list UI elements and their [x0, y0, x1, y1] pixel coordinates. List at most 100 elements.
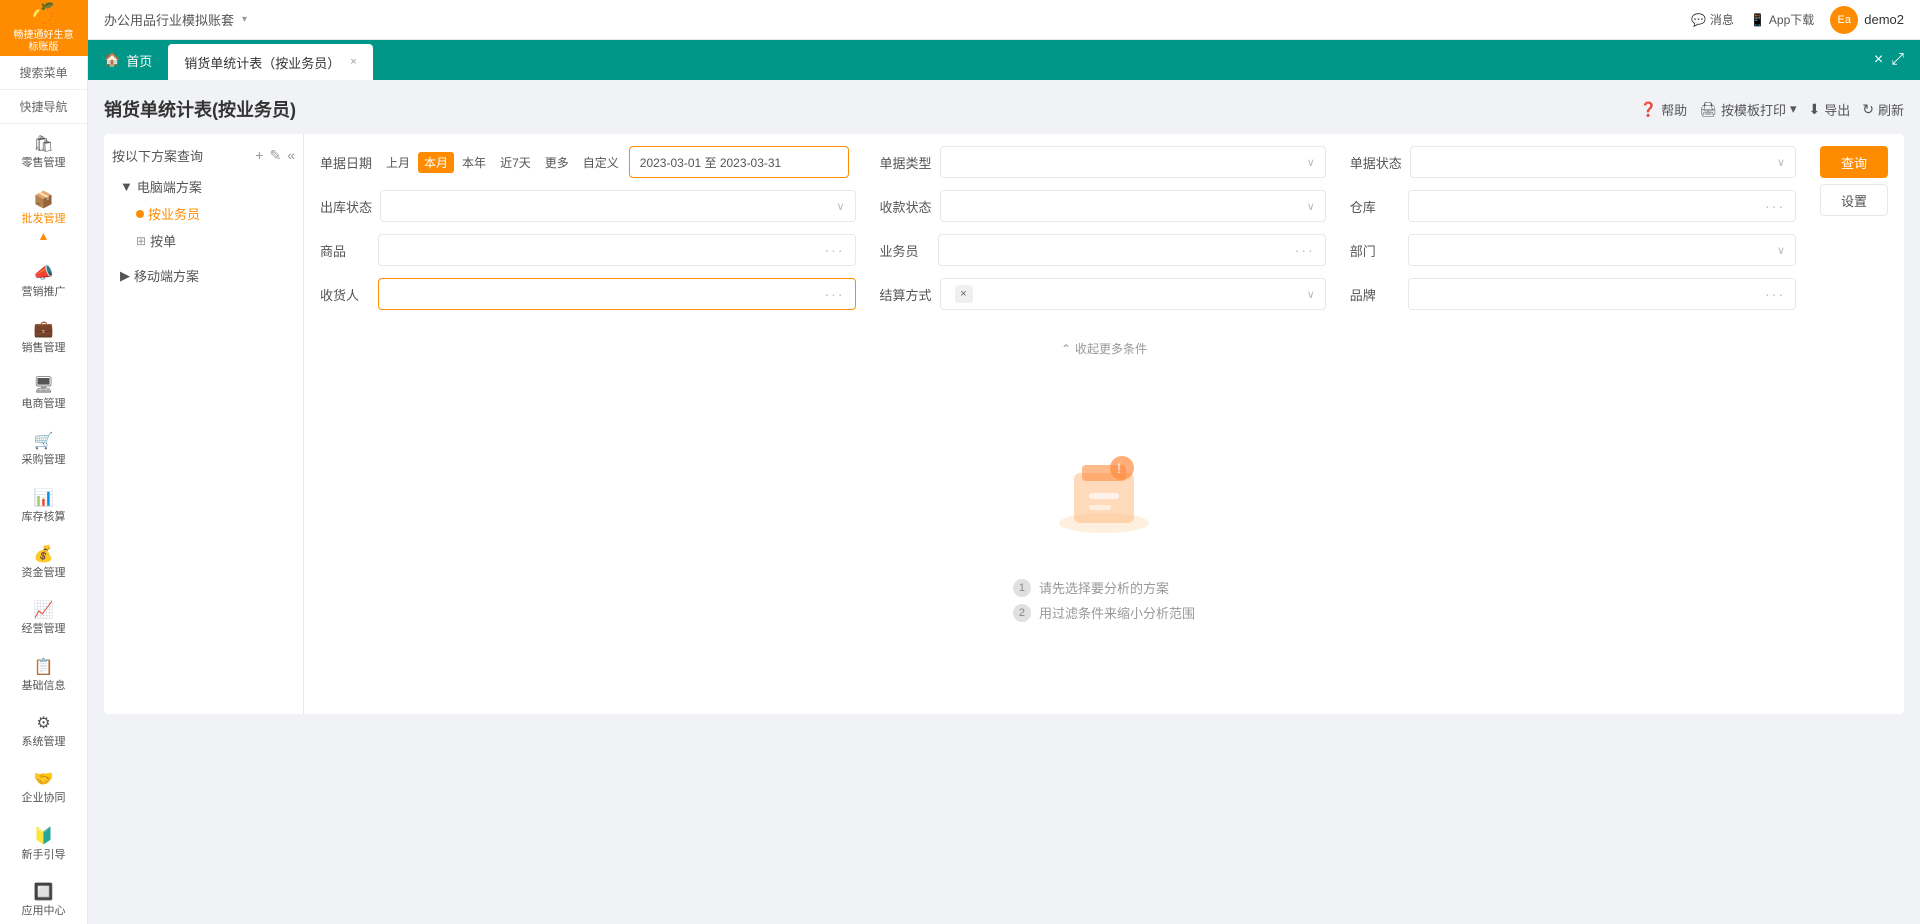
brand-field[interactable]: ···	[1408, 278, 1796, 310]
sidebar-item-ops[interactable]: 📈 经营管理	[0, 590, 87, 646]
avatar: Ea	[1830, 6, 1858, 34]
tab-maximize-btn[interactable]: ⤢	[1891, 51, 1904, 69]
sidebar-label-collab: 企业协同	[22, 791, 66, 805]
refresh-icon: ↻	[1862, 101, 1874, 118]
date-tab-this-year[interactable]: 本年	[456, 152, 492, 173]
sidebar-item-sales[interactable]: 💼 销售管理	[0, 309, 87, 365]
sidebar-item-wholesale[interactable]: 📦 批发管理 ▲	[0, 180, 87, 252]
stock-icon: 📊	[34, 488, 54, 508]
sidebar-quicknav[interactable]: 快捷导航	[0, 90, 87, 124]
empty-tips: 1 请先选择要分析的方案 2 用过滤条件来缩小分析范围	[1013, 578, 1195, 622]
collab-icon: 🤝	[34, 769, 54, 789]
sidebar-item-stock[interactable]: 📊 库存核算	[0, 478, 87, 534]
print-dropdown-icon[interactable]: ▾	[1790, 101, 1797, 117]
tree-item-by-order[interactable]: ⊞ 按单	[128, 227, 295, 254]
refresh-btn[interactable]: ↻ 刷新	[1862, 100, 1904, 119]
date-tab-this-month[interactable]: 本月	[418, 152, 454, 173]
date-tab-more[interactable]: 更多	[539, 152, 575, 173]
sidebar-item-basic[interactable]: 📋 基础信息	[0, 647, 87, 703]
collapse-more-btn[interactable]: ⌃ 收起更多条件	[1061, 340, 1147, 357]
settlement-label: 结算方式	[880, 285, 932, 304]
filter-col-collection: 收款状态	[880, 190, 1326, 222]
purchase-icon: 🛒	[34, 431, 54, 451]
tab-minimize-btn[interactable]: ×	[1874, 51, 1883, 69]
empty-illustration: !	[1044, 443, 1164, 562]
docstatus-select[interactable]	[1410, 146, 1796, 178]
message-btn[interactable]: 💬 消息	[1691, 11, 1734, 28]
sidebar-label-retail: 零售管理	[22, 156, 66, 170]
left-panel-header: 按以下方案查询 + ✎ «	[112, 146, 295, 165]
sidebar-item-collab[interactable]: 🤝 企业协同	[0, 759, 87, 815]
consignee-field[interactable]: ···	[378, 278, 856, 310]
filter-col-consignee: 收货人 ···	[320, 278, 856, 310]
retail-icon: 🛍	[33, 134, 53, 154]
edit-scheme-btn[interactable]: ✎	[269, 147, 281, 164]
query-button[interactable]: 查询	[1820, 146, 1888, 178]
warehouse-field[interactable]: ···	[1408, 190, 1796, 222]
ops-icon: 📈	[34, 600, 54, 620]
sidebar-search[interactable]: 搜索菜单	[0, 56, 87, 90]
sidebar-item-finance[interactable]: 💰 资金管理	[0, 534, 87, 590]
sidebar-item-ecom[interactable]: 🖥 电商管理	[0, 365, 87, 421]
dept-select[interactable]	[1408, 234, 1796, 266]
body-area: 按以下方案查询 + ✎ « ▼ 电脑端方案 按业务员	[104, 134, 1904, 714]
outstatus-select[interactable]	[380, 190, 855, 222]
sales-icon: 💼	[34, 319, 54, 339]
sidebar-item-marketing[interactable]: 📣 营销推广	[0, 253, 87, 309]
doctype-label: 单据类型	[880, 153, 932, 172]
dept-label: 部门	[1350, 241, 1400, 260]
filter-col-docstatus: 单据状态	[1350, 146, 1796, 178]
sidebar-item-guide[interactable]: 🔰 新手引导	[0, 816, 87, 872]
filter-col-dept: 部门	[1350, 234, 1796, 266]
topbar-left: 办公用品行业模拟账套 ▾	[104, 10, 247, 29]
topbar-dropdown-icon[interactable]: ▾	[242, 14, 247, 25]
goods-dots: ···	[825, 242, 845, 258]
print-btn[interactable]: 🖨 按模板打印 ▾	[1699, 100, 1796, 119]
sidebar-item-retail[interactable]: 🛍 零售管理	[0, 124, 87, 180]
user-menu[interactable]: Ea demo2	[1830, 6, 1904, 34]
export-btn[interactable]: ⬇ 导出	[1809, 100, 1851, 119]
sidebar-label-stock: 库存核算	[22, 510, 66, 524]
goods-field[interactable]: ···	[378, 234, 856, 266]
tab-sales-stat[interactable]: 销货单统计表（按业务员） ×	[168, 44, 372, 80]
filter-row-3: 商品 ··· 业务员 ···	[320, 234, 1796, 266]
date-range-field[interactable]: 2023-03-01 至 2023-03-31	[629, 146, 849, 178]
warehouse-label: 仓库	[1350, 197, 1400, 216]
sidebar-label-purchase: 采购管理	[22, 453, 66, 467]
collection-select[interactable]	[940, 190, 1326, 222]
collapse-panel-btn[interactable]: «	[287, 147, 295, 164]
marketing-icon: 📣	[34, 263, 54, 283]
date-tab-7days[interactable]: 近7天	[494, 152, 537, 173]
doctype-select[interactable]	[940, 146, 1326, 178]
print-icon: 🖨	[1699, 101, 1717, 118]
tab-close-btn[interactable]: ×	[350, 56, 356, 68]
tab-window-actions: × ⤢	[1874, 51, 1920, 69]
date-tab-last-month[interactable]: 上月	[380, 152, 416, 173]
add-scheme-btn[interactable]: +	[255, 147, 263, 164]
page-actions: ❓ 帮助 🖨 按模板打印 ▾ ⬇ 导出 ↻ 刷新	[1640, 100, 1904, 119]
settlement-clear-btn[interactable]: ×	[955, 285, 973, 303]
finance-icon: 💰	[34, 544, 54, 564]
sidebar-item-purchase[interactable]: 🛒 采购管理	[0, 421, 87, 477]
filter-section: 单据日期 上月 本月 本年 近7天 更多 自定义	[320, 146, 1796, 322]
settings-button[interactable]: 设置	[1820, 184, 1888, 216]
salesperson-field[interactable]: ···	[938, 234, 1326, 266]
topbar-right: 💬 消息 📱 App下载 Ea demo2	[1691, 6, 1904, 34]
filter-row-2: 出库状态 收款状态 仓库	[320, 190, 1796, 222]
tab-home[interactable]: 🏠 首页	[88, 40, 168, 80]
by-order-icon: ⊞	[136, 234, 146, 248]
date-tab-custom[interactable]: 自定义	[577, 152, 625, 173]
message-icon: 💬	[1691, 13, 1706, 27]
page-title: 销货单统计表(按业务员)	[104, 96, 296, 122]
apps-icon: 🔲	[34, 882, 54, 902]
settlement-select[interactable]: ×	[940, 278, 1326, 310]
sidebar-item-apps[interactable]: 🔲 应用中心	[0, 872, 87, 924]
topbar: 办公用品行业模拟账套 ▾ 💬 消息 📱 App下载 Ea demo2	[88, 0, 1920, 40]
date-label: 单据日期	[320, 153, 372, 172]
left-panel: 按以下方案查询 + ✎ « ▼ 电脑端方案 按业务员	[104, 134, 304, 714]
sidebar-item-system[interactable]: ⚙ 系统管理	[0, 703, 87, 759]
tree-item-by-salesperson[interactable]: 按业务员	[128, 200, 295, 227]
app-download-btn[interactable]: 📱 App下载	[1750, 11, 1814, 28]
help-btn[interactable]: ❓ 帮助	[1640, 100, 1687, 119]
collection-label: 收款状态	[880, 197, 932, 216]
